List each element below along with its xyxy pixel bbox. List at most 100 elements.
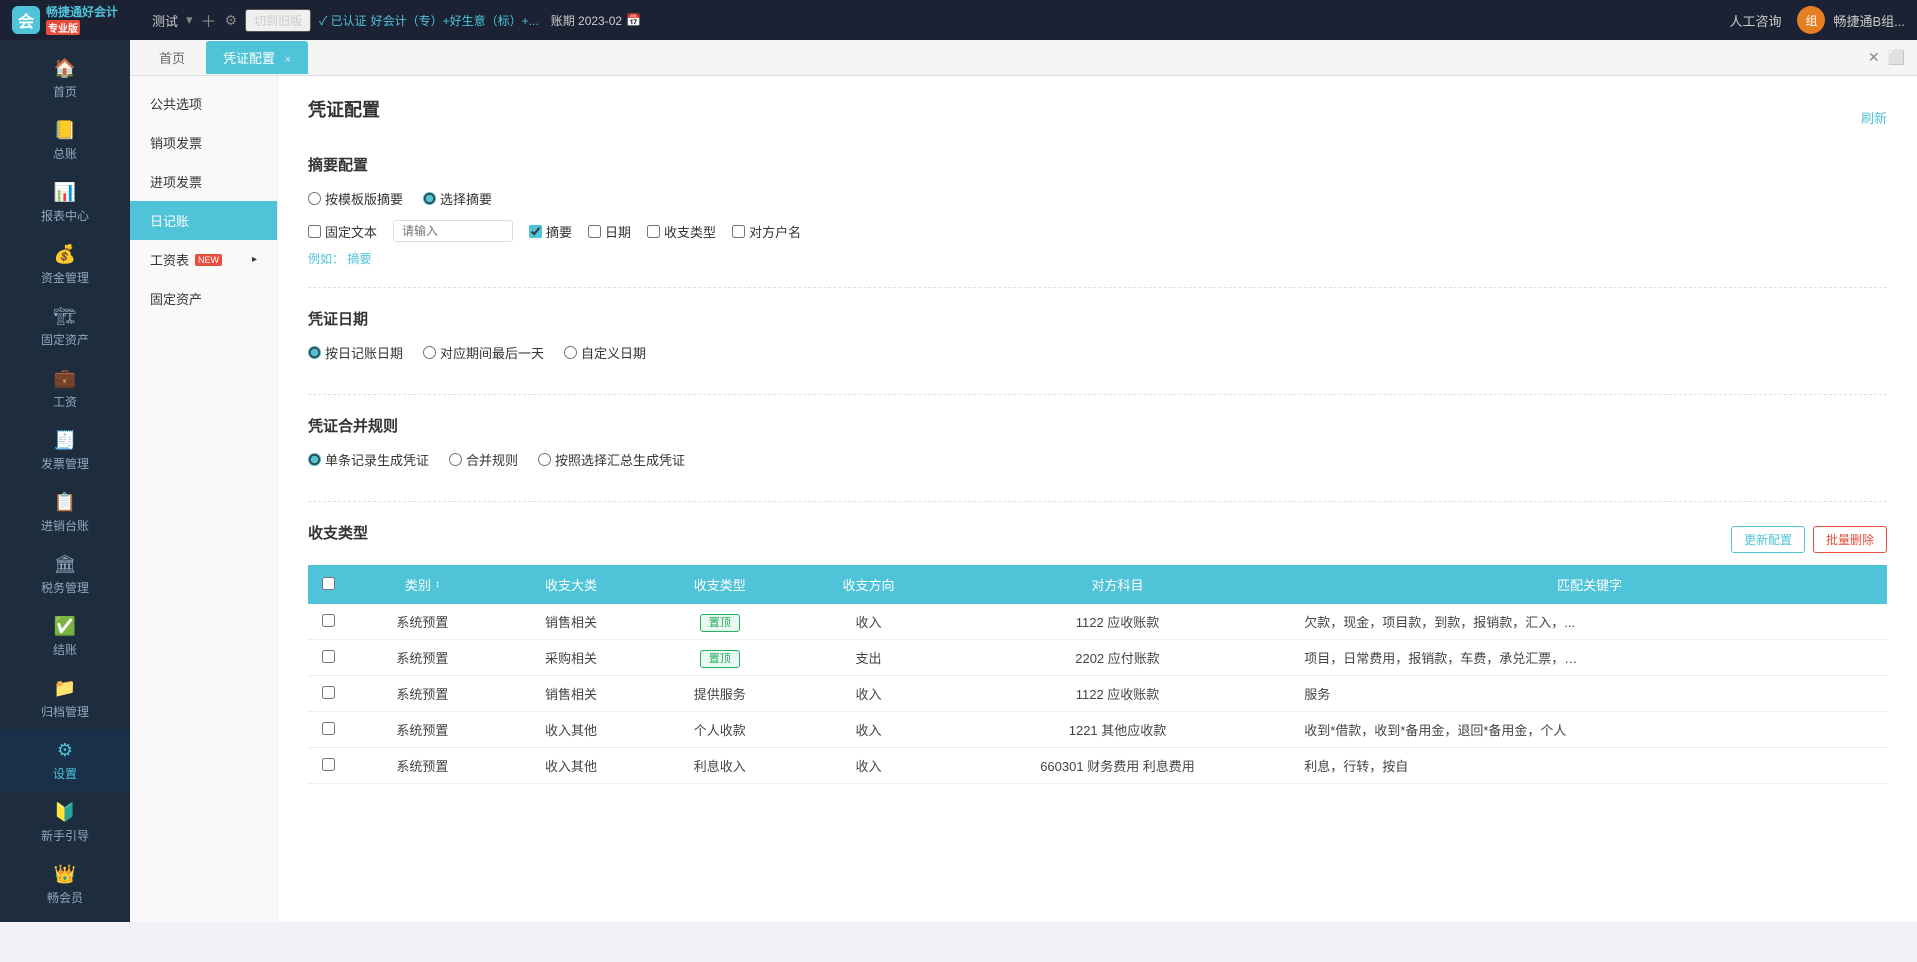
fund-icon: 💰 [54,244,76,265]
type-checkbox[interactable]: 收支类型 [647,222,716,241]
summary-radio-template[interactable]: 按模板版摘要 [308,189,403,208]
tab-expand-icon[interactable]: ⬜ [1888,49,1905,66]
tab-close-window-icon[interactable]: ✕ [1868,49,1880,66]
date-radio-period-last[interactable]: 对应期间最后一天 [423,343,544,362]
batch-delete-button[interactable]: 批量删除 [1813,526,1887,553]
sidebar-item-salary-label: 工资 [53,393,77,410]
select-all-checkbox[interactable] [322,577,335,590]
sidebar-item-report[interactable]: 📊 报表中心 [0,172,130,234]
sidebar-item-salary[interactable]: 💼 工资 [0,358,130,420]
date-radio-custom[interactable]: 自定义日期 [564,343,646,362]
sidebar-item-ledger-label: 总账 [53,145,77,162]
sidebar-item-archive[interactable]: 📁 归档管理 [0,668,130,730]
consult-link[interactable]: 人工咨询 [1729,11,1781,30]
merge-section: 凭证合并规则 单条记录生成凭证 合并规则 按照选择汇总生成凭证 [308,415,1887,502]
sidebar-item-settings[interactable]: ⚙ 设置 [0,730,130,792]
add-btn[interactable]: ＋ [201,8,217,32]
row-checkbox[interactable] [322,722,335,735]
cell-direction: 收入 [794,676,943,712]
cell-checkbox[interactable] [308,640,348,676]
th-sub-type: 收支类型 [645,565,794,604]
row-checkbox[interactable] [322,650,335,663]
sidebar-item-ledger[interactable]: 📒 总账 [0,110,130,172]
config-nav-salary-table-label: 工资表 [150,250,189,269]
tab-close-icon[interactable]: × [285,54,291,66]
th-checkbox[interactable] [308,565,348,604]
logo-icon: 会 [12,6,40,34]
cell-checkbox[interactable] [308,604,348,640]
config-nav-sales-invoice[interactable]: 销项发票 [130,123,277,162]
merge-radio-merge[interactable]: 合并规则 [449,450,518,469]
logo: 会 畅捷通好会计 专业版 [12,5,132,35]
calendar-icon[interactable]: 📅 [626,13,641,27]
sidebar-item-report-label: 报表中心 [41,207,89,224]
sort-icon[interactable]: ↕ [435,579,440,590]
date-radio-group: 按日记账日期 对应期间最后一天 自定义日期 [308,343,1887,362]
cell-category: 系统预置 [348,604,497,640]
th-sub-type-label: 收支类型 [694,578,746,593]
cell-sub-type: 置顶 [645,640,794,676]
tab-voucher-config[interactable]: 凭证配置 × [206,41,308,74]
config-panel: 凭证配置 刷新 摘要配置 按模板版摘要 选择摘要 [278,76,1917,922]
config-nav-public[interactable]: 公共选项 [130,84,277,123]
merge-radio-summary[interactable]: 按照选择汇总生成凭证 [538,450,685,469]
config-nav-fixed-asset-label: 固定资产 [150,289,202,308]
cell-keywords: 服务 [1292,676,1887,712]
chevron-down-icon[interactable]: ▾ [186,12,193,28]
sidebar-item-guide-label: 新手引导 [41,827,89,844]
config-nav-fixed-asset[interactable]: 固定资产 [130,279,277,318]
row-checkbox[interactable] [322,686,335,699]
income-expense-section: 收支类型 更新配置 批量删除 [308,522,1887,784]
cell-account: 1122 应收账款 [943,676,1292,712]
th-keywords-label: 匹配关键字 [1557,578,1622,593]
merge-radio-single[interactable]: 单条记录生成凭证 [308,450,429,469]
sidebar-item-checkout[interactable]: ✅ 结账 [0,606,130,668]
refresh-button[interactable]: 刷新 [1861,108,1887,127]
counterpart-checkbox[interactable]: 对方户名 [732,222,801,241]
config-nav: 公共选项 销项发票 进项发票 日记账 工资表 NEW ▸ 固定资产 [130,76,278,922]
table-actions: 更新配置 批量删除 [1731,526,1887,553]
cell-direction: 收入 [794,748,943,784]
date-radio-journal[interactable]: 按日记账日期 [308,343,403,362]
user-area[interactable]: 组 畅捷通B组... [1797,6,1905,34]
purchase-icon: 📋 [54,492,76,513]
cell-checkbox[interactable] [308,712,348,748]
config-nav-journal[interactable]: 日记账 [130,201,277,240]
main-wrapper: 首页 凭证配置 × ✕ ⬜ 公共选项 销项发票 进项发票 日记账 [130,40,1917,922]
row-checkbox[interactable] [322,758,335,771]
content-area: 公共选项 销项发票 进项发票 日记账 工资表 NEW ▸ 固定资产 凭证 [130,76,1917,922]
table-row: 系统预置 销售相关 提供服务 收入 1122 应收账款 服务 [308,676,1887,712]
sidebar-item-purchase[interactable]: 📋 进销台账 [0,482,130,544]
tab-voucher-config-label: 凭证配置 [223,51,275,66]
config-nav-salary-table[interactable]: 工资表 NEW ▸ [130,240,277,279]
config-nav-purchase-invoice[interactable]: 进项发票 [130,162,277,201]
report-icon: 📊 [54,182,76,203]
fixed-text-checkbox[interactable]: 固定文本 [308,222,377,241]
cell-sub-type: 利息收入 [645,748,794,784]
logo-text: 畅捷通好会计 [46,5,118,19]
sub-type-tag: 置顶 [700,650,740,668]
update-config-button[interactable]: 更新配置 [1731,526,1805,553]
fixed-text-input[interactable] [393,220,513,242]
cell-checkbox[interactable] [308,748,348,784]
sidebar-item-fund-label: 资金管理 [41,269,89,286]
gear-icon[interactable]: ⚙ [225,12,238,29]
sidebar-item-invoice[interactable]: 🧾 发票管理 [0,420,130,482]
summary-checkbox[interactable]: 摘要 [529,222,572,241]
sidebar-item-tax[interactable]: 🏛 税务管理 [0,544,130,606]
sidebar-item-checkout-label: 结账 [53,641,77,658]
tab-home[interactable]: 首页 [142,41,202,74]
date-checkbox[interactable]: 日期 [588,222,631,241]
switch-version-button[interactable]: 切到旧版 [245,9,311,32]
sidebar-item-guide[interactable]: 🔰 新手引导 [0,792,130,854]
cell-checkbox[interactable] [308,676,348,712]
sidebar-item-fund[interactable]: 💰 资金管理 [0,234,130,296]
top-bar: 会 畅捷通好会计 专业版 测试 ▾ ＋ ⚙ 切到旧版 ✓ 已认证 好会计（专）+… [0,0,1917,40]
income-section-title: 收支类型 [308,522,368,543]
sidebar-item-home[interactable]: 🏠 首页 [0,48,130,110]
sidebar-item-asset[interactable]: 🏗 固定资产 [0,296,130,358]
summary-radio-select[interactable]: 选择摘要 [423,189,492,208]
settings-icon: ⚙ [57,740,73,761]
row-checkbox[interactable] [322,614,335,627]
sidebar-item-member[interactable]: 👑 畅会员 [0,854,130,916]
